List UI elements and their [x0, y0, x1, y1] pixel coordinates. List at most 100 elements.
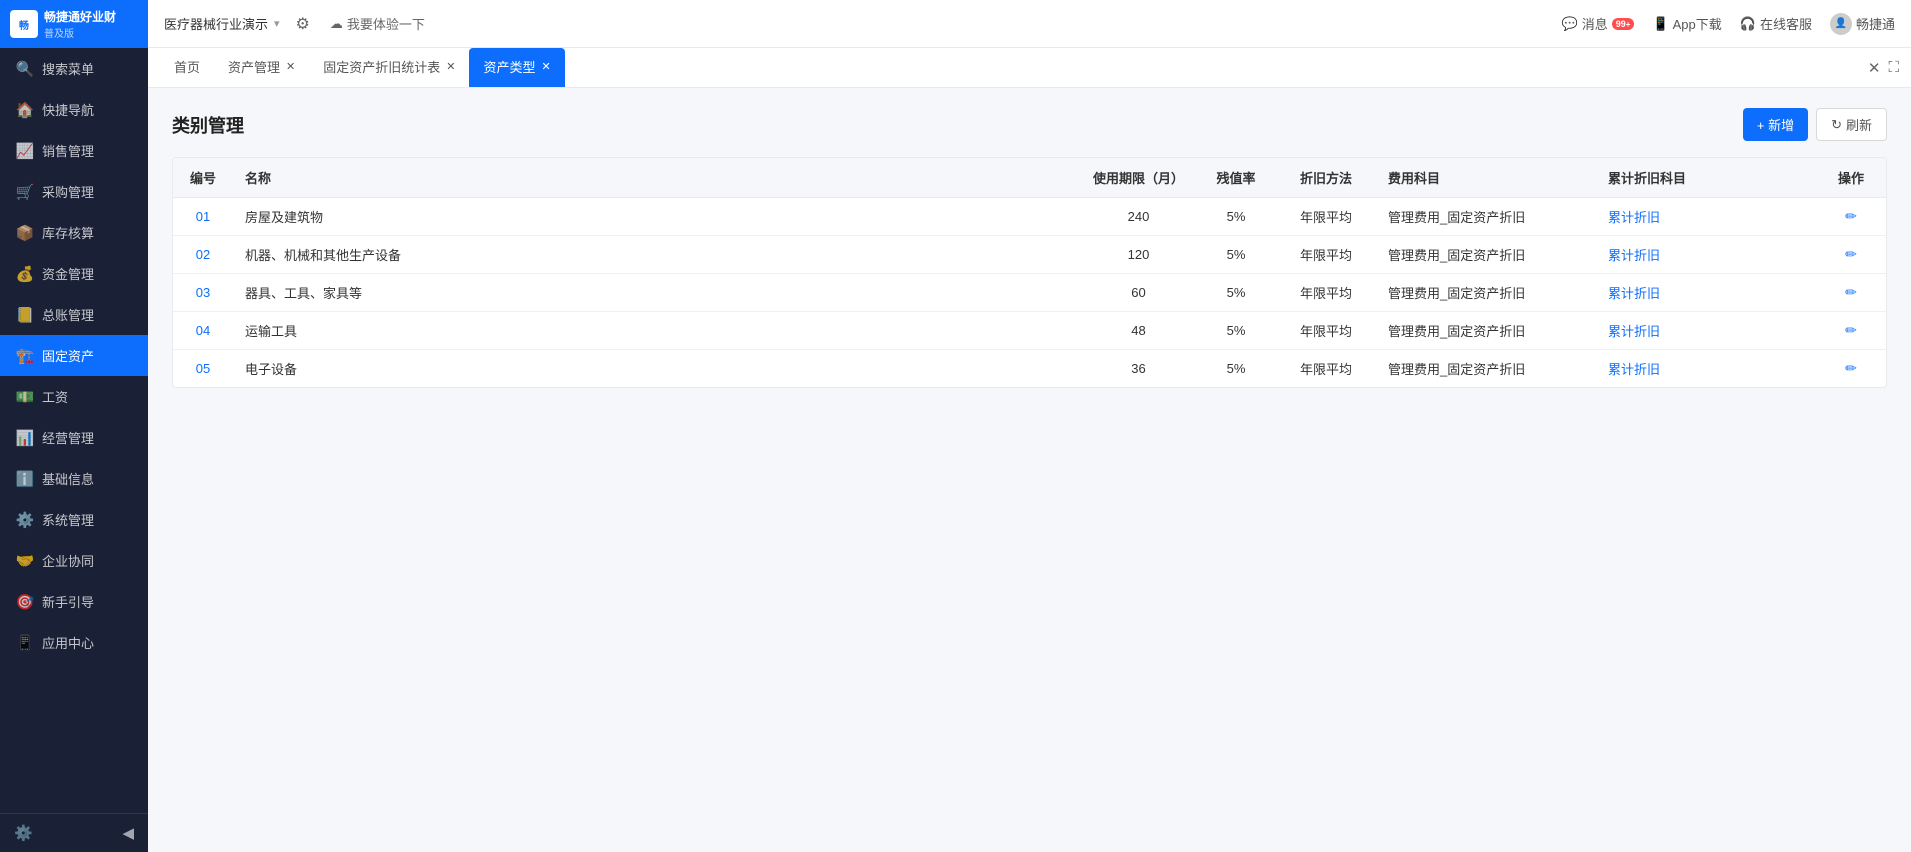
accumulated-link-4[interactable]: 累计折旧 — [1608, 362, 1660, 377]
sidebar-item-basic-info[interactable]: ℹ️ 基础信息 — [0, 458, 148, 499]
app-download-btn[interactable]: 📱 App下载 — [1652, 14, 1721, 33]
system-icon: ⚙️ — [16, 511, 34, 529]
accumulated-link-1[interactable]: 累计折旧 — [1608, 248, 1660, 263]
accumulated-link-0[interactable]: 累计折旧 — [1608, 210, 1660, 225]
payroll-icon: 💵 — [16, 388, 34, 406]
app-title: 畅捷通好业财 — [44, 8, 116, 25]
sidebar-item-operations[interactable]: 📊 经营管理 — [0, 417, 148, 458]
sidebar-footer: ⚙️ ◀ — [0, 813, 148, 852]
edit-icon-2[interactable]: ✏ — [1845, 284, 1857, 301]
row-id-link-2[interactable]: 03 — [196, 285, 210, 300]
tab-asset-type-close[interactable]: ✕ — [542, 60, 551, 73]
cell-period-1: 120 — [1081, 236, 1196, 274]
sales-icon: 📈 — [16, 142, 34, 160]
sidebar-item-system[interactable]: ⚙️ 系统管理 — [0, 499, 148, 540]
online-service-btn[interactable]: 🎧 在线客服 — [1740, 14, 1812, 33]
message-btn[interactable]: 💬 消息 99+ — [1562, 14, 1635, 33]
tab-depreciation[interactable]: 固定资产折旧统计表 ✕ — [309, 48, 469, 87]
sidebar-item-label-system: 系统管理 — [42, 510, 94, 529]
tab-expand-icon[interactable]: ⛶ — [1888, 59, 1899, 76]
cell-accumulated-4: 累计折旧 — [1596, 350, 1816, 388]
operations-icon: 📊 — [16, 429, 34, 447]
online-service-label: 在线客服 — [1760, 14, 1812, 33]
sidebar-item-label-payroll: 工资 — [42, 387, 68, 406]
cooperation-icon: 🤝 — [16, 552, 34, 570]
sidebar-nav: 🔍 搜索菜单 🏠 快捷导航 📈 销售管理 🛒 采购管理 📦 库存核算 💰 资金管… — [0, 48, 148, 813]
page-actions: + 新增 ↻ 刷新 — [1743, 108, 1887, 141]
edit-icon-1[interactable]: ✏ — [1845, 246, 1857, 263]
tab-asset-mgmt-close[interactable]: ✕ — [286, 60, 295, 73]
cell-accumulated-1: 累计折旧 — [1596, 236, 1816, 274]
cell-period-2: 60 — [1081, 274, 1196, 312]
tab-asset-mgmt[interactable]: 资产管理 ✕ — [214, 48, 309, 87]
sidebar-item-search[interactable]: 🔍 搜索菜单 — [0, 48, 148, 89]
tabbar-right: ✕ ⛶ — [1868, 48, 1899, 87]
col-header-period: 使用期限（月） — [1081, 158, 1196, 198]
cell-period-0: 240 — [1081, 198, 1196, 236]
sidebar-item-label-search: 搜索菜单 — [42, 59, 94, 78]
cell-accumulated-0: 累计折旧 — [1596, 198, 1816, 236]
tab-asset-mgmt-label: 资产管理 — [228, 57, 280, 76]
asset-type-table: 编号 名称 使用期限（月） 残值率 折旧方法 费用科目 累计折旧科目 操作 01… — [173, 158, 1886, 387]
cell-accumulated-3: 累计折旧 — [1596, 312, 1816, 350]
cell-name-1: 机器、机械和其他生产设备 — [233, 236, 1081, 274]
topbar-settings-icon[interactable]: ⚙ — [296, 14, 310, 34]
tab-asset-type[interactable]: 资产类型 ✕ — [469, 48, 564, 87]
col-header-actions: 操作 — [1816, 158, 1886, 198]
sidebar-item-ledger[interactable]: 📒 总账管理 — [0, 294, 148, 335]
settings-icon[interactable]: ⚙️ — [14, 824, 33, 842]
cell-actions-4: ✏ — [1816, 350, 1886, 388]
tab-close-window-icon[interactable]: ✕ — [1868, 59, 1881, 77]
table-header-row: 编号 名称 使用期限（月） 残值率 折旧方法 费用科目 累计折旧科目 操作 — [173, 158, 1886, 198]
sidebar-header: 畅 畅捷通好业财 普及版 — [0, 0, 148, 48]
page-header: 类别管理 + 新增 ↻ 刷新 — [172, 108, 1887, 141]
refresh-button[interactable]: ↻ 刷新 — [1816, 108, 1887, 141]
row-id-link-3[interactable]: 04 — [196, 323, 210, 338]
table-row: 02 机器、机械和其他生产设备 120 5% 年限平均 管理费用_固定资产折旧 … — [173, 236, 1886, 274]
sidebar-item-inventory[interactable]: 📦 库存核算 — [0, 212, 148, 253]
cell-residual-2: 5% — [1196, 274, 1276, 312]
capital-icon: 💰 — [16, 265, 34, 283]
edit-icon-4[interactable]: ✏ — [1845, 360, 1857, 377]
sidebar-item-beginner[interactable]: 🎯 新手引导 — [0, 581, 148, 622]
sidebar-item-purchase[interactable]: 🛒 采购管理 — [0, 171, 148, 212]
accumulated-link-2[interactable]: 累计折旧 — [1608, 286, 1660, 301]
ledger-icon: 📒 — [16, 306, 34, 324]
cell-id-0: 01 — [173, 198, 233, 236]
tab-home-label: 首页 — [174, 57, 200, 76]
cell-period-4: 36 — [1081, 350, 1196, 388]
sidebar-item-app-center[interactable]: 📱 应用中心 — [0, 622, 148, 663]
online-service-icon: 🎧 — [1740, 16, 1756, 32]
tab-asset-type-label: 资产类型 — [483, 57, 535, 76]
user-profile-btn[interactable]: 👤 畅捷通 — [1830, 13, 1895, 35]
edit-icon-0[interactable]: ✏ — [1845, 208, 1857, 225]
table-row: 01 房屋及建筑物 240 5% 年限平均 管理费用_固定资产折旧 累计折旧 ✏ — [173, 198, 1886, 236]
try-button[interactable]: ☁ 我要体验一下 — [330, 14, 425, 33]
tab-depreciation-close[interactable]: ✕ — [446, 60, 455, 73]
cell-expense-0: 管理费用_固定资产折旧 — [1376, 198, 1596, 236]
module-selector[interactable]: 医疗器械行业演示 ▾ — [164, 14, 280, 33]
cell-name-4: 电子设备 — [233, 350, 1081, 388]
page-title: 类别管理 — [172, 112, 244, 138]
sidebar-item-payroll[interactable]: 💵 工资 — [0, 376, 148, 417]
module-name: 医疗器械行业演示 — [164, 14, 268, 33]
try-label: 我要体验一下 — [347, 14, 425, 33]
cell-name-3: 运输工具 — [233, 312, 1081, 350]
edit-icon-3[interactable]: ✏ — [1845, 322, 1857, 339]
sidebar-item-label-ledger: 总账管理 — [42, 305, 94, 324]
new-button[interactable]: + 新增 — [1743, 108, 1808, 141]
row-id-link-0[interactable]: 01 — [196, 209, 210, 224]
sidebar-item-quick-nav[interactable]: 🏠 快捷导航 — [0, 89, 148, 130]
row-id-link-1[interactable]: 02 — [196, 247, 210, 262]
sidebar-item-cooperation[interactable]: 🤝 企业协同 — [0, 540, 148, 581]
sidebar-item-capital[interactable]: 💰 资金管理 — [0, 253, 148, 294]
app-center-icon: 📱 — [16, 634, 34, 652]
accumulated-link-3[interactable]: 累计折旧 — [1608, 324, 1660, 339]
tab-home[interactable]: 首页 — [160, 48, 214, 87]
collapse-icon[interactable]: ◀ — [122, 824, 134, 842]
app-download-label: App下载 — [1673, 14, 1722, 33]
basic-info-icon: ℹ️ — [16, 470, 34, 488]
sidebar-item-sales[interactable]: 📈 销售管理 — [0, 130, 148, 171]
sidebar-item-fixed-assets[interactable]: 🏗️ 固定资产 — [0, 335, 148, 376]
row-id-link-4[interactable]: 05 — [196, 361, 210, 376]
